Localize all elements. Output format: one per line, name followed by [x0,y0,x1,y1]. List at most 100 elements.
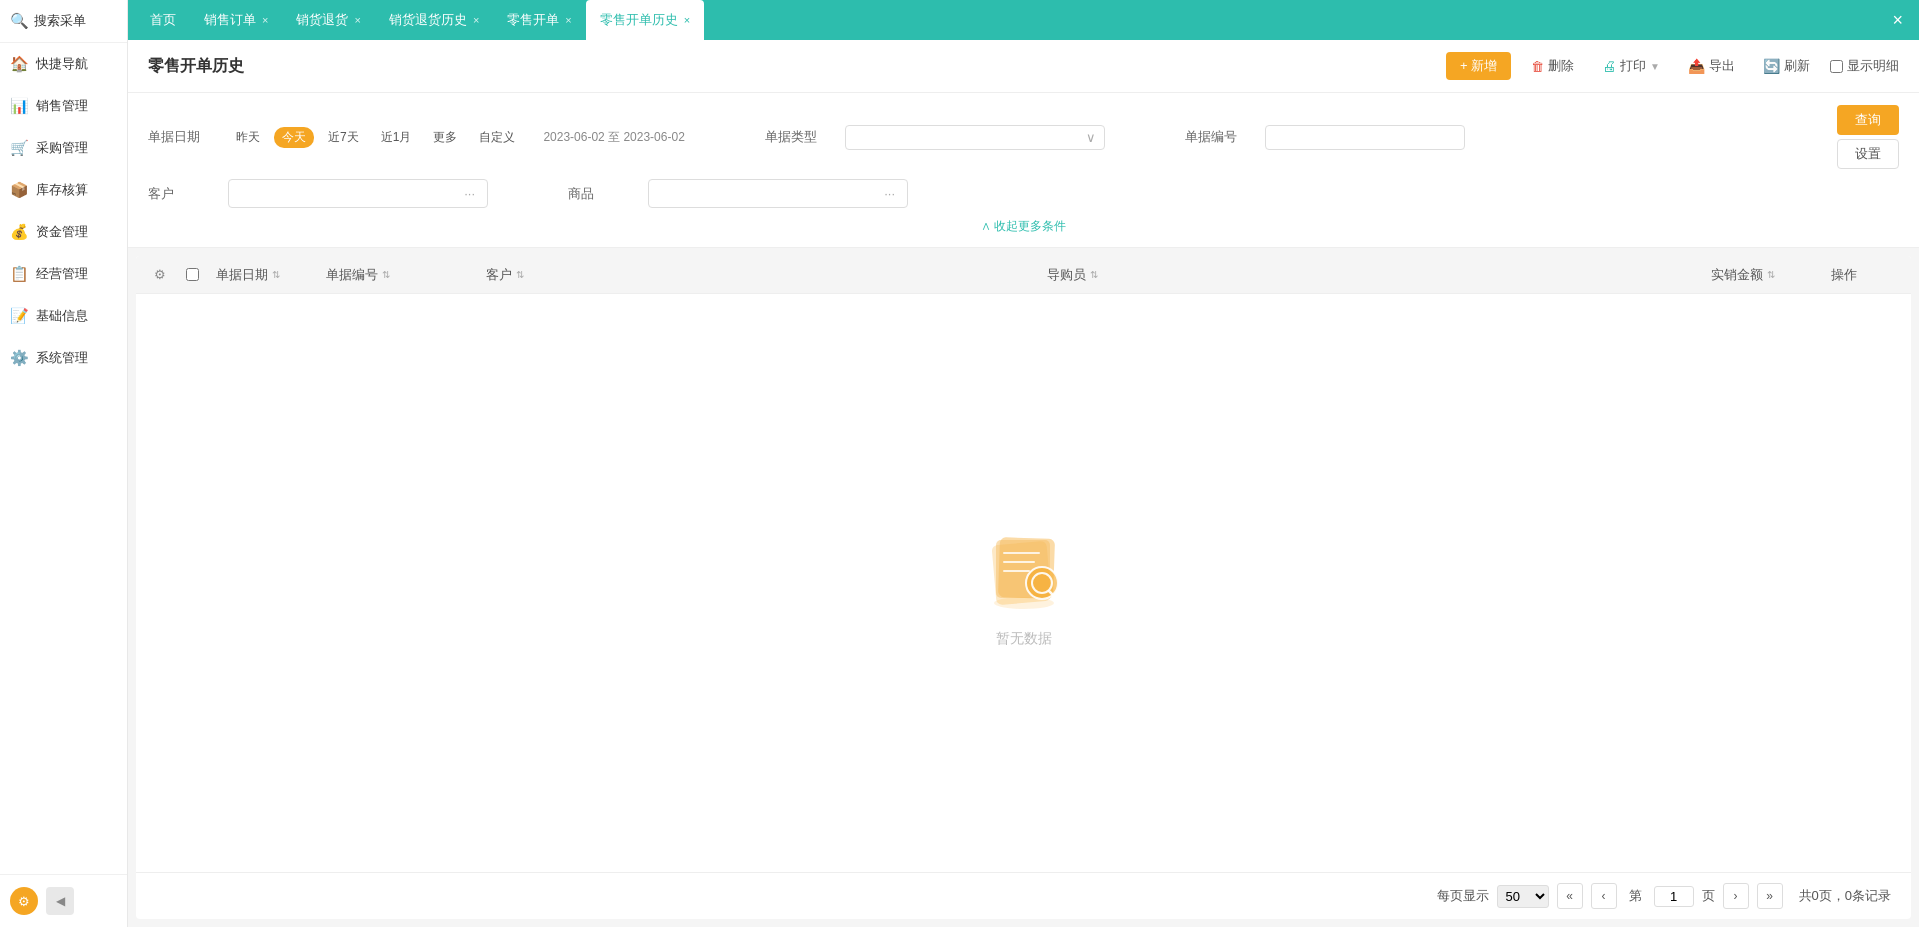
page-header: 零售开单历史 + 新增 🗑 删除 🖨 打印 ▼ 📤 导出 🔄 [128,40,1919,93]
tab-retail-open-label: 零售开单 [507,11,559,29]
date-option-custom[interactable]: 自定义 [471,127,523,148]
date-option-today[interactable]: 今天 [274,127,314,148]
page-input[interactable] [1654,886,1694,907]
customer-dots[interactable]: ··· [456,182,483,205]
basic-info-icon: 📝 [10,307,28,325]
empty-state-text: 暂无数据 [996,630,1052,648]
operations-icon: 📋 [10,265,28,283]
customer-filter-container: ··· [228,179,488,208]
print-button[interactable]: 🖨 打印 ▼ [1594,53,1668,79]
date-filter-label: 单据日期 [148,128,208,146]
num-filter-input[interactable] [1265,125,1465,150]
export-button[interactable]: 📤 导出 [1680,53,1743,79]
select-all-checkbox[interactable] [186,268,199,281]
table-settings-icon[interactable]: ⚙ [144,267,176,282]
col-customer[interactable]: 客户 ⇅ [478,266,1039,284]
page-label: 第 [1629,887,1642,905]
tab-home[interactable]: 首页 [136,0,190,40]
refresh-button[interactable]: 🔄 刷新 [1755,53,1818,79]
sidebar-item-label: 销售管理 [36,97,88,115]
collapse-sidebar-button[interactable]: ◀ [46,887,74,915]
tab-sales-return-history-close[interactable]: × [473,14,479,26]
main-area: 首页 销售订单 × 销货退货 × 销货退货历史 × 零售开单 × 零售开单历史 … [128,0,1919,927]
display-cols-label: 显示明细 [1847,57,1899,75]
prev-page-button[interactable]: ‹ [1591,883,1617,909]
goods-filter-label: 商品 [568,185,628,203]
content-area: 零售开单历史 + 新增 🗑 删除 🖨 打印 ▼ 📤 导出 🔄 [128,40,1919,927]
print-dropdown-icon: ▼ [1650,61,1660,72]
delete-icon: 🗑 [1531,59,1544,74]
sidebar-item-label: 快捷导航 [36,55,88,73]
tab-sales-order[interactable]: 销售订单 × [190,0,282,40]
tab-sales-return[interactable]: 销货退货 × [282,0,374,40]
date-option-more[interactable]: 更多 [425,127,465,148]
sidebar-search-label: 搜索采单 [34,12,86,30]
date-option-yesterday[interactable]: 昨天 [228,127,268,148]
col-guide[interactable]: 导购员 ⇅ [1039,266,1159,284]
sidebar-search[interactable]: 🔍 搜索采单 [0,0,127,43]
col-num-label: 单据编号 [326,266,378,284]
filter-area: 单据日期 昨天 今天 近7天 近1月 更多 自定义 2023-06-02 至 2… [128,93,1919,248]
per-page-label: 每页显示 [1437,887,1489,905]
date-option-7days[interactable]: 近7天 [320,127,367,148]
settings-button[interactable]: ⚙ [10,887,38,915]
sales-icon: 📊 [10,97,28,115]
type-filter-label: 单据类型 [765,128,825,146]
tab-bar-close-all[interactable]: × [1884,10,1911,31]
empty-state: 暂无数据 [136,294,1911,872]
add-button[interactable]: + 新增 [1446,52,1511,80]
col-num[interactable]: 单据编号 ⇅ [318,266,478,284]
settings-button-filter[interactable]: 设置 [1837,139,1899,169]
sidebar-item-label: 经营管理 [36,265,88,283]
tab-retail-history[interactable]: 零售开单历史 × [586,0,704,40]
type-filter-select[interactable]: ∨ [845,125,1105,150]
col-amount[interactable]: 实销金额 ⇅ [1703,266,1823,284]
col-customer-sort-icon: ⇅ [516,269,524,280]
customer-filter-input[interactable] [233,182,456,205]
sidebar-item-purchase-mgmt[interactable]: 🛒 采购管理 [0,127,127,169]
sidebar-item-quick-nav[interactable]: 🏠 快捷导航 [0,43,127,85]
tab-sales-return-close[interactable]: × [354,14,360,26]
sidebar-item-label: 库存核算 [36,181,88,199]
sidebar-item-system-mgmt[interactable]: ⚙️ 系统管理 [0,337,127,379]
sidebar-item-finance[interactable]: 💰 资金管理 [0,211,127,253]
tab-sales-return-history[interactable]: 销货退货历史 × [375,0,493,40]
display-cols-checkbox[interactable]: 显示明细 [1830,57,1899,75]
sidebar-item-label: 系统管理 [36,349,88,367]
tab-retail-open-close[interactable]: × [565,14,571,26]
type-dropdown-icon: ∨ [1086,130,1096,145]
col-amount-label: 实销金额 [1711,266,1763,284]
query-settings-group: 查询 设置 [1837,105,1899,169]
sidebar-item-operations[interactable]: 📋 经营管理 [0,253,127,295]
next-page-button[interactable]: › [1723,883,1749,909]
print-icon: 🖨 [1602,58,1616,74]
delete-label: 删除 [1548,57,1574,75]
customer-filter-label: 客户 [148,185,208,203]
refresh-label: 刷新 [1784,57,1810,75]
collapse-conditions-bar[interactable]: ∧ 收起更多条件 [148,218,1899,235]
col-guide-sort-icon: ⇅ [1090,269,1098,280]
sidebar: 🔍 搜索采单 🏠 快捷导航 📊 销售管理 🛒 采购管理 📦 库存核算 💰 资金管… [0,0,128,927]
tab-retail-open[interactable]: 零售开单 × [493,0,585,40]
col-guide-label: 导购员 [1047,266,1086,284]
tab-retail-history-close[interactable]: × [684,14,690,26]
sidebar-item-inventory[interactable]: 📦 库存核算 [0,169,127,211]
delete-button[interactable]: 🗑 删除 [1523,53,1582,79]
col-date[interactable]: 单据日期 ⇅ [208,266,318,284]
sidebar-item-basic-info[interactable]: 📝 基础信息 [0,295,127,337]
query-button[interactable]: 查询 [1837,105,1899,135]
table-select-all[interactable] [176,268,208,281]
per-page-select[interactable]: 50 10 20 100 [1497,885,1549,908]
goods-dots[interactable]: ··· [876,182,903,205]
goods-filter-container: ··· [648,179,908,208]
tab-sales-order-close[interactable]: × [262,14,268,26]
date-option-1month[interactable]: 近1月 [373,127,420,148]
first-page-button[interactable]: « [1557,883,1583,909]
display-cols-input[interactable] [1830,60,1843,73]
sidebar-item-sales-mgmt[interactable]: 📊 销售管理 [0,85,127,127]
filter-row-1: 单据日期 昨天 今天 近7天 近1月 更多 自定义 2023-06-02 至 2… [148,105,1899,169]
page-title: 零售开单历史 [148,56,244,77]
goods-filter-input[interactable] [653,182,876,205]
date-options: 昨天 今天 近7天 近1月 更多 自定义 [228,127,523,148]
last-page-button[interactable]: » [1757,883,1783,909]
